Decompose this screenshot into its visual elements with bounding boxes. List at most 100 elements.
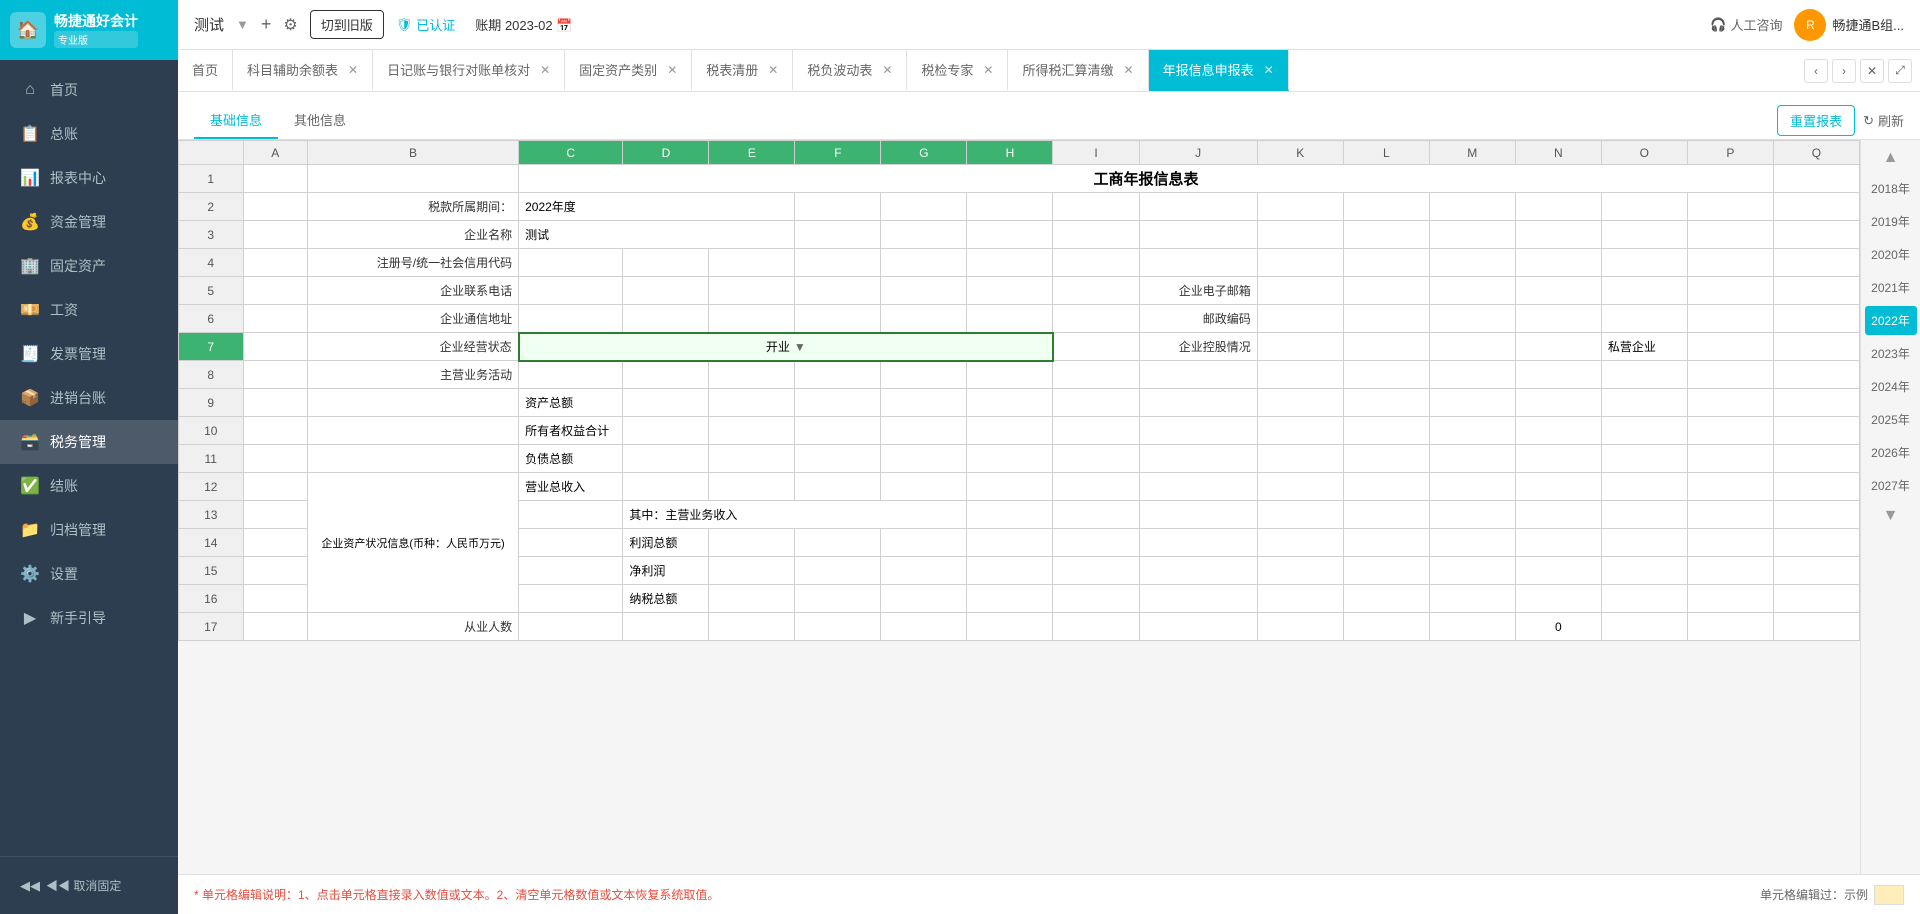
sidebar-item-funds[interactable]: 💰 资金管理 xyxy=(0,200,178,244)
year-btn-2026[interactable]: 2026年 xyxy=(1865,438,1917,467)
cancel-fixed-button[interactable]: ◀◀ ◀◀ 取消固定 xyxy=(0,867,178,904)
cell-15-c[interactable]: 净利润 xyxy=(623,557,709,585)
col-header-k[interactable]: K xyxy=(1257,141,1343,165)
consult-button[interactable]: 🎧 人工咨询 xyxy=(1710,15,1782,34)
col-header-a[interactable]: A xyxy=(243,141,308,165)
sidebar-item-tax[interactable]: 🗃️ 税务管理 xyxy=(0,420,178,464)
cell-10-c[interactable]: 所有者权益合计 xyxy=(519,417,623,445)
cell-2-n[interactable] xyxy=(1515,193,1601,221)
inner-tab-basic[interactable]: 基础信息 xyxy=(194,102,278,139)
col-header-p[interactable]: P xyxy=(1687,141,1773,165)
sidebar-item-reports[interactable]: 📊 报表中心 xyxy=(0,156,178,200)
tab-fixed[interactable]: 固定资产类别 ✕ xyxy=(565,50,692,91)
year-btn-2025[interactable]: 2025年 xyxy=(1865,405,1917,434)
col-header-h[interactable]: H xyxy=(967,141,1053,165)
spreadsheet-container[interactable]: A B C D E F G H I J K L M xyxy=(178,140,1860,874)
year-btn-2023[interactable]: 2023年 xyxy=(1865,339,1917,368)
sidebar-item-ledger[interactable]: 📋 总账 xyxy=(0,112,178,156)
cell-4-b[interactable]: 注册号/统一社会信用代码 xyxy=(308,249,519,277)
tab-close-icon[interactable]: ✕ xyxy=(667,63,677,77)
user-menu[interactable]: R 畅捷通B组... xyxy=(1794,9,1904,41)
topbar-dropdown-btn[interactable]: ▼ xyxy=(236,17,249,32)
cell-17-b[interactable]: 从业人数 xyxy=(308,613,519,641)
tab-taxsettle[interactable]: 所得税汇算清缴 ✕ xyxy=(1008,50,1148,91)
cell-6-b[interactable]: 企业通信地址 xyxy=(308,305,519,333)
cell-6-j[interactable]: 邮政编码 xyxy=(1139,305,1257,333)
col-header-j[interactable]: J xyxy=(1139,141,1257,165)
sidebar-item-guide[interactable]: ▶ 新手引导 xyxy=(0,596,178,640)
sidebar-item-assets[interactable]: 🏢 固定资产 xyxy=(0,244,178,288)
sidebar-item-archive[interactable]: 📁 归档管理 xyxy=(0,508,178,552)
tab-home[interactable]: 首页 xyxy=(178,50,233,91)
col-header-i[interactable]: I xyxy=(1053,141,1139,165)
tab-expand-btn[interactable]: ⤢ xyxy=(1888,59,1912,83)
cell-3-b[interactable]: 企业名称 xyxy=(308,221,519,249)
col-header-d[interactable]: D xyxy=(623,141,709,165)
cell-5-b[interactable]: 企业联系电话 xyxy=(308,277,519,305)
tab-close-icon[interactable]: ✕ xyxy=(1124,63,1134,77)
cell-5-j[interactable]: 企业电子邮箱 xyxy=(1139,277,1257,305)
sidebar-item-home[interactable]: ⌂ 首页 xyxy=(0,68,178,112)
year-btn-2027[interactable]: 2027年 xyxy=(1865,471,1917,500)
year-btn-2022[interactable]: 2022年 xyxy=(1865,306,1917,335)
cell-2-h[interactable] xyxy=(967,193,1053,221)
cell-7-c-dropdown[interactable]: 开业 ▼ xyxy=(519,333,1053,361)
cell-1-b[interactable] xyxy=(308,165,519,193)
year-btn-2021[interactable]: 2021年 xyxy=(1865,273,1917,302)
year-btn-2020[interactable]: 2020年 xyxy=(1865,240,1917,269)
cell-2-a[interactable] xyxy=(243,193,308,221)
tab-taxcheck[interactable]: 税检专家 ✕ xyxy=(907,50,1008,91)
year-scroll-down-btn[interactable]: ▼ xyxy=(1877,502,1905,530)
col-header-b[interactable]: B xyxy=(308,141,519,165)
cell-13-d[interactable]: 其中：主营业务收入 xyxy=(623,501,967,529)
tab-close-all-btn[interactable]: ✕ xyxy=(1860,59,1884,83)
tab-close-icon[interactable]: ✕ xyxy=(1264,63,1274,77)
tab-close-icon[interactable]: ✕ xyxy=(540,63,550,77)
sidebar-item-salary[interactable]: 💴 工资 xyxy=(0,288,178,332)
sidebar-item-invoice[interactable]: 🧾 发票管理 xyxy=(0,332,178,376)
col-header-f[interactable]: F xyxy=(795,141,881,165)
tab-taxwave[interactable]: 税负波动表 ✕ xyxy=(793,50,907,91)
cell-8-b[interactable]: 主营业务活动 xyxy=(308,361,519,389)
cell-12-c[interactable]: 营业总收入 xyxy=(519,473,623,501)
cell-3-a[interactable] xyxy=(243,221,308,249)
cell-2-o[interactable] xyxy=(1601,193,1687,221)
inner-tab-other[interactable]: 其他信息 xyxy=(278,102,362,139)
cell-7-j[interactable]: 企业控股情况 xyxy=(1139,333,1257,361)
cell-2-g[interactable] xyxy=(881,193,967,221)
cell-2-q[interactable] xyxy=(1773,193,1859,221)
sidebar-item-settings[interactable]: ⚙️ 设置 xyxy=(0,552,178,596)
col-header-l[interactable]: L xyxy=(1343,141,1429,165)
sidebar-item-close[interactable]: ✅ 结账 xyxy=(0,464,178,508)
col-header-m[interactable]: M xyxy=(1429,141,1515,165)
year-btn-2019[interactable]: 2019年 xyxy=(1865,207,1917,236)
sidebar-item-purchase[interactable]: 📦 进销台账 xyxy=(0,376,178,420)
tab-close-icon[interactable]: ✕ xyxy=(768,63,778,77)
cell-14-c[interactable]: 利润总额 xyxy=(623,529,709,557)
switch-version-button[interactable]: 切到旧版 xyxy=(310,10,384,39)
topbar-settings-btn[interactable]: ⚙ xyxy=(283,15,297,35)
cell-9-c[interactable]: 资产总额 xyxy=(519,389,623,417)
col-header-o[interactable]: O xyxy=(1601,141,1687,165)
tab-next-btn[interactable]: › xyxy=(1832,59,1856,83)
refresh-button[interactable]: ↻ 刷新 xyxy=(1863,111,1904,130)
tab-taxlist[interactable]: 税表清册 ✕ xyxy=(692,50,793,91)
col-header-g[interactable]: G xyxy=(881,141,967,165)
col-header-n[interactable]: N xyxy=(1515,141,1601,165)
topbar-add-btn[interactable]: + xyxy=(261,14,272,35)
cell-7-b[interactable]: 企业经营状态 xyxy=(308,333,519,361)
tab-close-icon[interactable]: ✕ xyxy=(348,63,358,77)
tab-bank[interactable]: 日记账与银行对账单核对 ✕ xyxy=(373,50,565,91)
cell-2-l[interactable] xyxy=(1343,193,1429,221)
cell-11-c[interactable]: 负债总额 xyxy=(519,445,623,473)
cell-2-c[interactable]: 2022年度 xyxy=(519,193,795,221)
reset-report-button[interactable]: 重置报表 xyxy=(1777,105,1855,136)
cell-2-i[interactable] xyxy=(1053,193,1139,221)
year-scroll-up-btn[interactable]: ▲ xyxy=(1877,144,1905,172)
cell-2-m[interactable] xyxy=(1429,193,1515,221)
col-header-q[interactable]: Q xyxy=(1773,141,1859,165)
cell-2-f[interactable] xyxy=(795,193,881,221)
cell-3-c[interactable]: 测试 xyxy=(519,221,795,249)
cell-16-c[interactable]: 纳税总额 xyxy=(623,585,709,613)
year-btn-2018[interactable]: 2018年 xyxy=(1865,174,1917,203)
